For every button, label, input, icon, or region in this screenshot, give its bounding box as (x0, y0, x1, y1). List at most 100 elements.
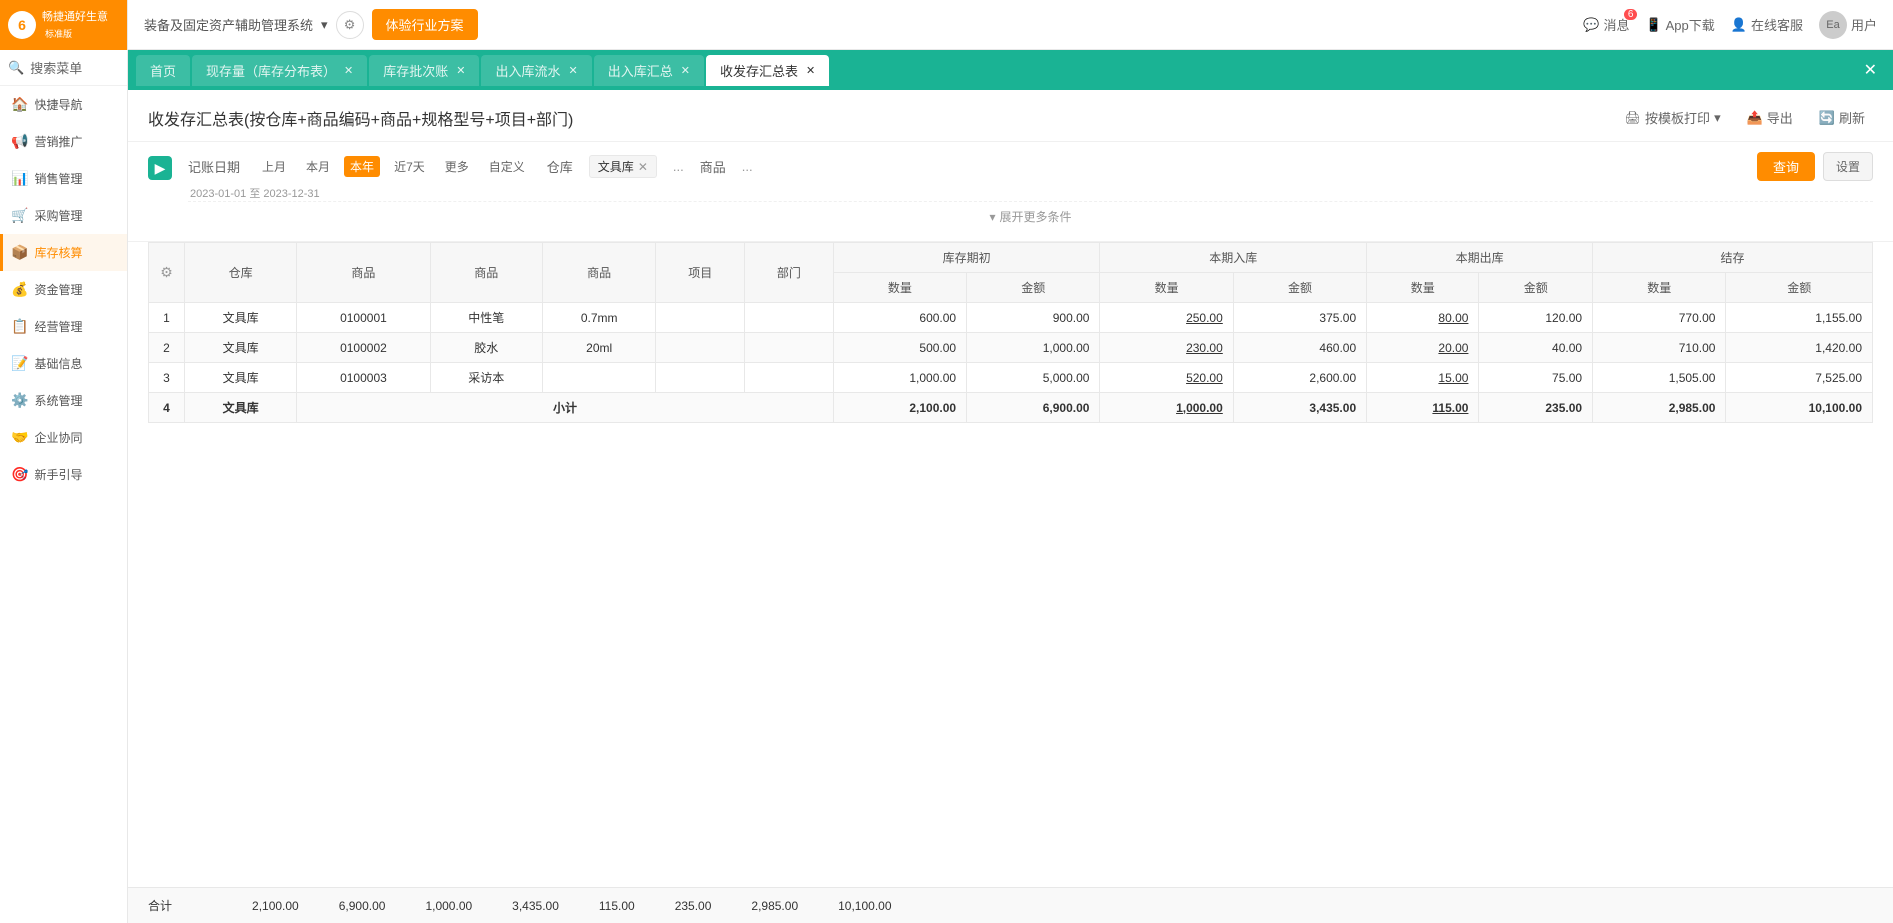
tab-2[interactable]: 库存批次账✕ (369, 55, 479, 86)
sidebar-nav: 🏠快捷导航 📢 营销推广 📊销售管理🛒采购管理📦库存核算💰资金管理📋经营管理📝基础信息… (0, 86, 127, 493)
sidebar-item-4[interactable]: 📦库存核算 (0, 234, 127, 271)
tab-close-3[interactable]: ✕ (569, 64, 578, 77)
sidebar-item-1[interactable]: 📢 营销推广 (0, 123, 127, 160)
tab-close-5[interactable]: ✕ (806, 64, 815, 77)
sidebar-item-0[interactable]: 🏠快捷导航 (0, 86, 127, 123)
sidebar-item-7[interactable]: 📝基础信息 (0, 345, 127, 382)
tab-bar-close[interactable]: ✕ (1856, 56, 1885, 84)
message-icon: 💬 (1583, 17, 1599, 33)
table-settings-button[interactable]: 设置 (1823, 152, 1873, 181)
refresh-icon: 🔄 (1819, 110, 1835, 126)
sidebar-item-6[interactable]: 📋经营管理 (0, 308, 127, 345)
out-qty-link-2[interactable]: 15.00 (1438, 371, 1468, 385)
out-qty-link-1[interactable]: 20.00 (1438, 341, 1468, 355)
message-item[interactable]: 💬 消息 6 (1583, 15, 1629, 34)
refresh-label: 刷新 (1839, 108, 1865, 127)
row-in-amt-2: 2,600.00 (1233, 363, 1366, 393)
in-qty-link-2[interactable]: 520.00 (1186, 371, 1223, 385)
filter-toggle-button[interactable]: ▶ (148, 156, 172, 180)
sidebar-item-10[interactable]: 🎯 新手引导 (0, 456, 127, 493)
tab-close-4[interactable]: ✕ (681, 64, 690, 77)
trial-button[interactable]: 体验行业方案 (372, 9, 478, 40)
chevron-down-icon: ▾ (1714, 110, 1721, 126)
date-btn-prev-month[interactable]: 上月 (256, 156, 292, 177)
sidebar-item-3[interactable]: 🛒采购管理 (0, 197, 127, 234)
in-qty-link-1[interactable]: 230.00 (1186, 341, 1223, 355)
out-qty-link-0[interactable]: 80.00 (1438, 311, 1468, 325)
col-dept-header: 部门 (745, 243, 834, 303)
tab-close-2[interactable]: ✕ (456, 64, 465, 77)
subtotal-out-amt: 235.00 (1479, 393, 1593, 423)
tab-3[interactable]: 出入库流水✕ (481, 55, 591, 86)
nav-icon-8: ⚙️ (11, 392, 28, 409)
filter-row-1: 记账日期 上月 本月 本年 近7天 更多 自定义 仓库 文具库 ✕ (188, 152, 1873, 181)
tab-0[interactable]: 首页 (136, 55, 190, 86)
subtotal-out-qty-link[interactable]: 115.00 (1432, 401, 1468, 415)
sidebar-item-5[interactable]: 💰资金管理 (0, 271, 127, 308)
date-btn-more[interactable]: 更多 (439, 156, 475, 177)
online-service-label: 在线客服 (1751, 15, 1803, 34)
tab-label-1: 现存量（库存分布表） (206, 61, 336, 80)
sidebar-item-2[interactable]: 📊销售管理 (0, 160, 127, 197)
subtotal-in-qty-link[interactable]: 1,000.00 (1176, 401, 1223, 415)
date-btn-this-year[interactable]: 本年 (344, 156, 380, 177)
subtotal-index: 4 (149, 393, 185, 423)
sidebar-search[interactable]: 🔍 搜索菜单 (0, 50, 127, 86)
tab-label-4: 出入库汇总 (608, 61, 673, 80)
date-btn-this-month[interactable]: 本月 (300, 156, 336, 177)
sidebar-item-9[interactable]: 🤝企业协同 (0, 419, 127, 456)
filter-fields: 记账日期 上月 本月 本年 近7天 更多 自定义 仓库 文具库 ✕ (188, 152, 1873, 231)
nav-icon-7: 📝 (11, 355, 28, 372)
tab-5[interactable]: 收发存汇总表✕ (706, 55, 829, 86)
row-project-1 (656, 333, 745, 363)
nav-label-10: 新手引导 (34, 466, 82, 483)
nav-label-1: 营销推广 (34, 133, 82, 150)
refresh-button[interactable]: 🔄 刷新 (1811, 104, 1873, 131)
online-service-item[interactable]: 👤 在线客服 (1731, 15, 1803, 34)
row-end-amt-2: 7,525.00 (1726, 363, 1873, 393)
system-dropdown[interactable]: ▾ (321, 17, 328, 33)
export-button[interactable]: 📤 导出 (1739, 104, 1801, 131)
row-end-amt-0: 1,155.00 (1726, 303, 1873, 333)
user-item[interactable]: Ea 用户 (1819, 11, 1877, 39)
row-spec-1: 20ml (542, 333, 656, 363)
query-button[interactable]: 查询 (1757, 152, 1815, 181)
settings-icon-btn[interactable]: ⚙ (336, 11, 364, 39)
col-out-amt: 金额 (1479, 273, 1593, 303)
tab-close-1[interactable]: ✕ (344, 64, 353, 77)
nav-label-5: 资金管理 (34, 281, 82, 298)
tab-1[interactable]: 现存量（库存分布表） ✕ (192, 55, 367, 86)
row-dept-1 (745, 333, 834, 363)
subtotal-open-qty: 2,100.00 (833, 393, 966, 423)
sidebar-item-8[interactable]: ⚙️系统管理 (0, 382, 127, 419)
row-index-0: 1 (149, 303, 185, 333)
print-button[interactable]: 🖨 按模板打印 ▾ (1617, 104, 1729, 131)
subtotal-warehouse: 文具库 (185, 393, 297, 423)
service-icon: 👤 (1731, 17, 1747, 33)
row-out-amt-2: 75.00 (1479, 363, 1593, 393)
product-more-btn[interactable]: ... (742, 159, 753, 174)
row-end-qty-2: 1,505.00 (1593, 363, 1726, 393)
date-btn-7days[interactable]: 近7天 (388, 156, 431, 177)
warehouse-tag[interactable]: 文具库 ✕ (589, 155, 657, 178)
date-btn-custom[interactable]: 自定义 (483, 156, 531, 177)
message-badge: 6 (1624, 9, 1638, 20)
table-container: ⚙ 仓库 商品 商品 商品 项目 部门 库存期初 本期入库 本期出库 结存 数量 (128, 242, 1893, 443)
tab-4[interactable]: 出入库汇总 ✕ (594, 55, 704, 86)
app-download-item[interactable]: 📱 App下载 (1645, 15, 1714, 34)
nav-icon-10: 🎯 (11, 466, 28, 483)
row-in-qty-2: 520.00 (1100, 363, 1233, 393)
nav-icon-1: 📢 (11, 133, 28, 150)
nav-icon-0: 🏠 (11, 96, 28, 113)
logo-icon: 6 (8, 11, 36, 39)
col-settings[interactable]: ⚙ (149, 243, 185, 303)
warehouse-more-btn[interactable]: ... (673, 159, 684, 174)
warehouse-tag-close-icon[interactable]: ✕ (638, 160, 648, 174)
page-header-area: 收发存汇总表(按仓库+商品编码+商品+规格型号+项目+部门) 🖨 按模板打印 ▾… (128, 90, 1893, 142)
expand-conditions-btn[interactable]: ▾ 展开更多条件 (188, 201, 1873, 231)
phone-icon: 📱 (1645, 17, 1661, 33)
header-left: 装备及固定资产辅助管理系统 ▾ ⚙ 体验行业方案 (144, 9, 478, 40)
in-qty-link-0[interactable]: 250.00 (1186, 311, 1223, 325)
row-in-amt-1: 460.00 (1233, 333, 1366, 363)
row-spec-2 (542, 363, 656, 393)
